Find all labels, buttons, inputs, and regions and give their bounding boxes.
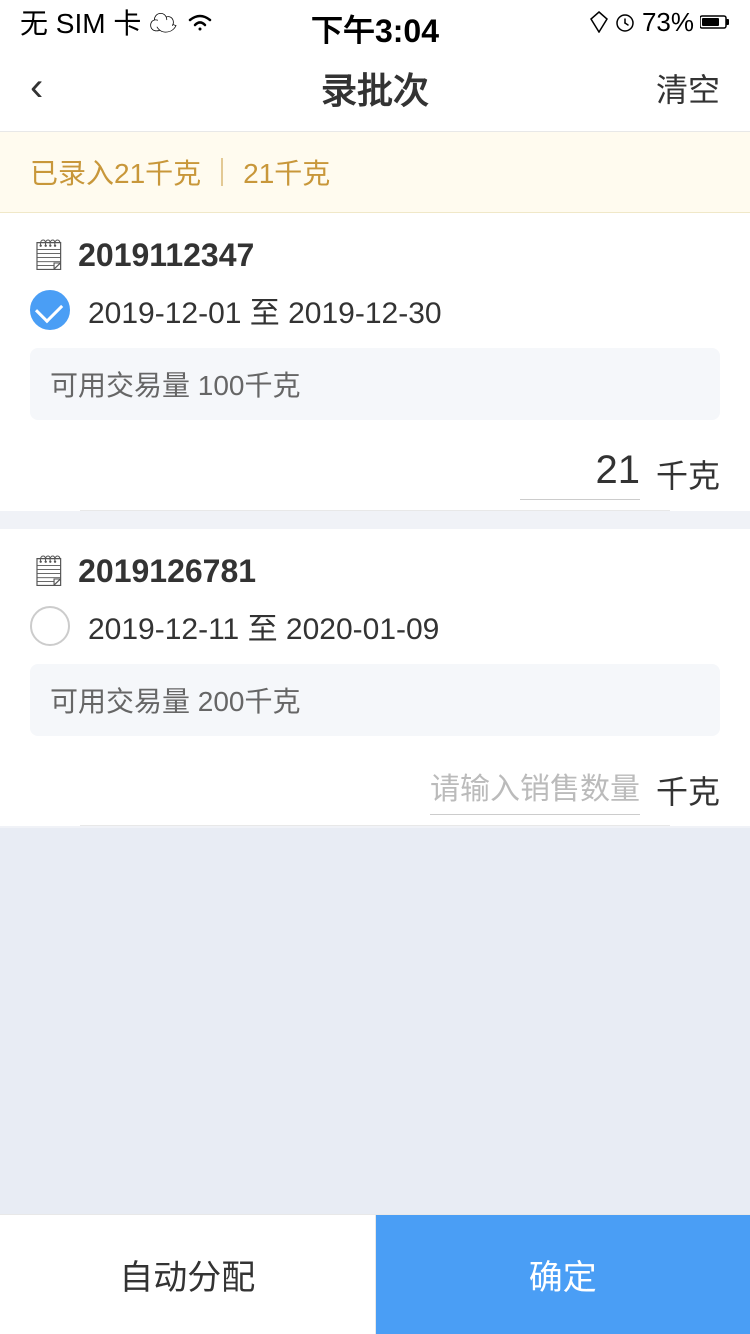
quantity-row-1: 21 千克 bbox=[0, 430, 750, 510]
input-unit-2: 千克 bbox=[656, 767, 720, 813]
wifi-icon bbox=[185, 11, 215, 33]
nav-bar: ‹ 录批次 清空 bbox=[0, 44, 750, 132]
alarm-icon bbox=[614, 11, 636, 33]
info-banner: 已录入21千克 21千克 bbox=[0, 132, 750, 213]
recorded-label: 已录入21千克 bbox=[30, 152, 201, 192]
batch-id-icon-2: 🗒 bbox=[30, 554, 68, 589]
section-divider bbox=[0, 513, 750, 529]
radio-button-1[interactable] bbox=[30, 290, 70, 330]
card-divider-2 bbox=[80, 825, 670, 826]
quantity-value-1: 21 bbox=[595, 448, 640, 492]
banner-divider bbox=[221, 158, 223, 186]
battery-percent: 73% bbox=[642, 7, 694, 38]
clear-button[interactable]: 清空 bbox=[656, 65, 720, 111]
quantity-unit-1: 千克 bbox=[656, 451, 720, 497]
confirm-button[interactable]: 确定 bbox=[376, 1215, 750, 1334]
recorded-value: 21千克 bbox=[243, 152, 330, 192]
batch-availability-1: 可用交易量 100千克 bbox=[30, 348, 720, 420]
batch-row-2[interactable]: 2019-12-11 至 2020-01-09 bbox=[0, 600, 750, 658]
batch-header-2: 🗒 2019126781 bbox=[0, 529, 750, 600]
content-wrapper: 已录入21千克 21千克 🗒 2019112347 2019-12-01 至 2… bbox=[0, 132, 750, 1334]
batch-availability-2: 可用交易量 200千克 bbox=[30, 664, 720, 736]
status-left: 无 SIM 卡 ☁ bbox=[20, 2, 215, 42]
batch-id-1: 2019112347 bbox=[78, 237, 254, 274]
batch-card-1: 🗒 2019112347 2019-12-01 至 2019-12-30 可用交… bbox=[0, 213, 750, 511]
radio-button-2[interactable] bbox=[30, 606, 70, 646]
input-placeholder-2: 请输入销售数量 bbox=[430, 773, 640, 806]
batch-id-2: 2019126781 bbox=[78, 553, 256, 590]
back-button[interactable]: ‹ bbox=[30, 65, 90, 110]
card-divider-1 bbox=[80, 510, 670, 511]
auto-distribute-button[interactable]: 自动分配 bbox=[0, 1215, 376, 1334]
bottom-bar: 自动分配 确定 bbox=[0, 1214, 750, 1334]
page-title: 录批次 bbox=[321, 62, 429, 114]
quantity-display-1: 21 bbox=[520, 448, 640, 500]
sim-label: 无 SIM 卡 ☁ bbox=[20, 2, 177, 42]
batch-id-icon-1: 🗒 bbox=[30, 238, 68, 273]
batch-date-2: 2019-12-11 至 2020-01-09 bbox=[88, 604, 439, 648]
battery-icon bbox=[700, 14, 730, 30]
batch-header-1: 🗒 2019112347 bbox=[0, 213, 750, 284]
status-bar: 无 SIM 卡 ☁ 下午3:04 73% bbox=[0, 0, 750, 44]
location-icon bbox=[590, 11, 608, 33]
status-right: 73% bbox=[590, 7, 730, 38]
batch-date-1: 2019-12-01 至 2019-12-30 bbox=[88, 288, 442, 332]
batch-row-1[interactable]: 2019-12-01 至 2019-12-30 bbox=[0, 284, 750, 342]
quantity-input-2[interactable]: 请输入销售数量 bbox=[430, 764, 640, 815]
batch-card-2: 🗒 2019126781 2019-12-11 至 2020-01-09 可用交… bbox=[0, 529, 750, 826]
input-row-2: 请输入销售数量 千克 bbox=[0, 746, 750, 825]
